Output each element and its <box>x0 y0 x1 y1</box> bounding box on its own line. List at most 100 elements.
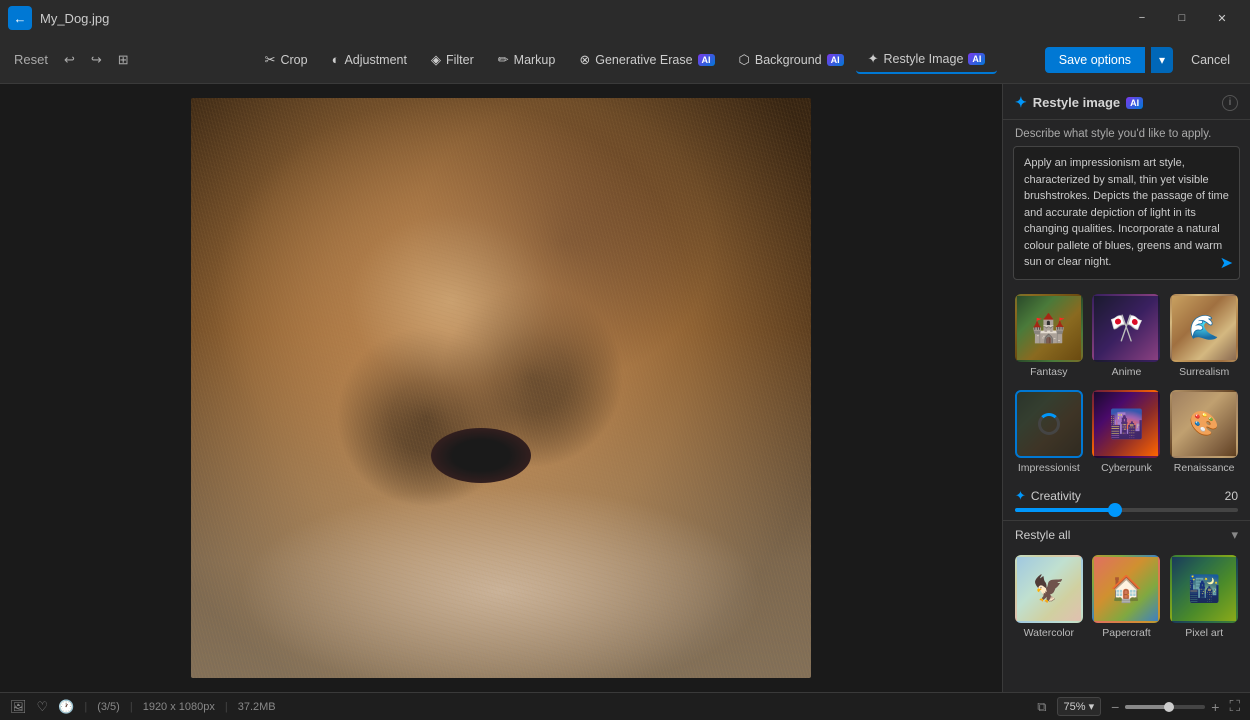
redo-button[interactable]: ↪ <box>85 48 108 72</box>
filter-icon: ◈ <box>431 52 441 68</box>
style-grid-row3: Watercolor Papercraft Pixel art <box>1003 551 1250 647</box>
file-name: My_Dog.jpg <box>40 11 109 26</box>
markup-label: Markup <box>514 53 556 67</box>
style-thumb-anime <box>1092 294 1160 362</box>
creativity-value: 20 <box>1225 489 1238 503</box>
send-button[interactable]: ➤ <box>1220 253 1233 273</box>
background-icon: ⬡ <box>739 52 750 68</box>
restyle-all-row[interactable]: Restyle all ▾ <box>1003 520 1250 547</box>
adjustment-icon: ◐ <box>332 52 340 67</box>
restyle-all-label: Restyle all <box>1015 528 1070 542</box>
view-icon[interactable]: 🖼 <box>10 699 27 715</box>
creativity-label: ✦ Creativity <box>1015 488 1081 504</box>
frame-count: (3/5) <box>97 701 120 713</box>
crop-tool[interactable]: ✂ Crop <box>253 47 320 73</box>
loading-ring-icon <box>1038 413 1060 435</box>
reset-button[interactable]: Reset <box>8 48 54 71</box>
style-description-text: Apply an impressionism art style, charac… <box>1024 157 1229 268</box>
toolbar: Reset ↩ ↪ ⊞ ✂ Crop ◐ Adjustment ◈ Filter… <box>0 36 1250 84</box>
restyle-ai-badge: AI <box>968 53 985 65</box>
style-card-pixelart[interactable]: Pixel art <box>1168 555 1240 639</box>
back-icon: ← <box>14 11 27 26</box>
zoom-slider-thumb[interactable] <box>1164 702 1174 712</box>
info-status-icon[interactable]: 🕐 <box>58 699 74 715</box>
style-card-watercolor[interactable]: Watercolor <box>1013 555 1085 639</box>
fullscreen-button[interactable]: ⛶ <box>1229 698 1240 715</box>
generative-erase-tool[interactable]: ⊗ Generative Erase AI <box>567 47 726 73</box>
file-size: 37.2MB <box>238 701 276 713</box>
style-card-papercraft[interactable]: Papercraft <box>1091 555 1163 639</box>
style-thumb-fantasy <box>1015 294 1083 362</box>
panel-subtitle: Describe what style you'd like to apply. <box>1003 120 1250 146</box>
markup-tool[interactable]: ✏ Markup <box>486 47 568 73</box>
style-label-fantasy: Fantasy <box>1030 366 1067 378</box>
creativity-slider-thumb[interactable] <box>1108 503 1122 517</box>
info-button[interactable]: i <box>1222 95 1238 111</box>
statusbar: 🖼 ♡ 🕐 | (3/5) | 1920 x 1080px | 37.2MB ⧉… <box>0 692 1250 720</box>
zoom-slider[interactable] <box>1125 705 1205 709</box>
panel-ai-badge: AI <box>1126 97 1143 109</box>
save-options-button[interactable]: Save options <box>1045 47 1145 73</box>
restyle-all-chevron[interactable]: ▾ <box>1231 527 1238 543</box>
restyle-image-tool[interactable]: ✦ Restyle Image AI <box>856 46 998 74</box>
style-label-anime: Anime <box>1112 366 1142 378</box>
grid-button[interactable]: ⊞ <box>112 48 135 72</box>
adjustment-label: Adjustment <box>344 53 407 67</box>
style-thumb-renaissance <box>1170 390 1238 458</box>
style-thumb-papercraft <box>1092 555 1160 623</box>
crop-label: Crop <box>280 53 307 67</box>
style-card-surrealism[interactable]: Surrealism <box>1168 294 1240 378</box>
dog-image <box>191 98 811 678</box>
style-label-cyberpunk: Cyberpunk <box>1101 462 1152 474</box>
style-card-impressionist[interactable]: Impressionist <box>1013 390 1085 474</box>
background-label: Background <box>755 53 822 67</box>
style-label-papercraft: Papercraft <box>1102 627 1150 639</box>
right-panel: ✦ Restyle image AI i Describe what style… <box>1002 84 1250 692</box>
filter-tool[interactable]: ◈ Filter <box>419 47 486 73</box>
image-area <box>0 84 1002 692</box>
restyle-label: Restyle Image <box>884 52 964 66</box>
minimize-button[interactable]: − <box>1122 0 1162 36</box>
close-button[interactable]: ✕ <box>1202 0 1242 36</box>
dog-nose <box>431 428 531 483</box>
zoom-out-button[interactable]: − <box>1111 699 1119 715</box>
generative-erase-icon: ⊗ <box>579 52 590 68</box>
creativity-slider[interactable] <box>1015 508 1238 512</box>
style-thumb-pixelart <box>1170 555 1238 623</box>
back-button[interactable]: ← <box>8 6 32 30</box>
style-label-renaissance: Renaissance <box>1174 462 1235 474</box>
main-area: ✦ Restyle image AI i Describe what style… <box>0 84 1250 692</box>
status-sep3: | <box>225 701 228 713</box>
background-ai-badge: AI <box>827 54 844 66</box>
style-card-anime[interactable]: Anime <box>1091 294 1163 378</box>
style-grid-row2: Impressionist Cyberpunk Renaissance <box>1003 386 1250 482</box>
markup-icon: ✏ <box>498 52 509 68</box>
background-tool[interactable]: ⬡ Background AI <box>727 47 856 73</box>
style-card-fantasy[interactable]: Fantasy <box>1013 294 1085 378</box>
window-controls: − □ ✕ <box>1122 0 1242 36</box>
zoom-in-button[interactable]: + <box>1211 699 1219 715</box>
style-label-impressionist: Impressionist <box>1018 462 1080 474</box>
style-thumb-watercolor <box>1015 555 1083 623</box>
style-card-cyberpunk[interactable]: Cyberpunk <box>1091 390 1163 474</box>
overlay-icon[interactable]: ⧉ <box>1037 699 1046 715</box>
crop-icon: ✂ <box>265 52 276 68</box>
creativity-text: Creativity <box>1031 489 1081 503</box>
generative-erase-label: Generative Erase <box>595 53 692 67</box>
dog-fur-texture <box>191 98 811 678</box>
style-description-input[interactable]: Apply an impressionism art style, charac… <box>1013 146 1240 280</box>
style-label-watercolor: Watercolor <box>1024 627 1074 639</box>
heart-icon[interactable]: ♡ <box>37 699 49 715</box>
style-card-renaissance[interactable]: Renaissance <box>1168 390 1240 474</box>
maximize-button[interactable]: □ <box>1162 0 1202 36</box>
style-label-surrealism: Surrealism <box>1179 366 1229 378</box>
undo-button[interactable]: ↩ <box>58 48 81 72</box>
restyle-panel-icon: ✦ <box>1015 94 1027 111</box>
zoom-percent: 75% <box>1064 701 1086 713</box>
style-thumb-cyberpunk <box>1092 390 1160 458</box>
zoom-value-display[interactable]: 75% ▾ <box>1057 697 1102 716</box>
save-options-dropdown[interactable]: ▾ <box>1151 47 1173 73</box>
style-thumb-surrealism <box>1170 294 1238 362</box>
adjustment-tool[interactable]: ◐ Adjustment <box>320 47 419 72</box>
cancel-button[interactable]: Cancel <box>1179 47 1242 73</box>
